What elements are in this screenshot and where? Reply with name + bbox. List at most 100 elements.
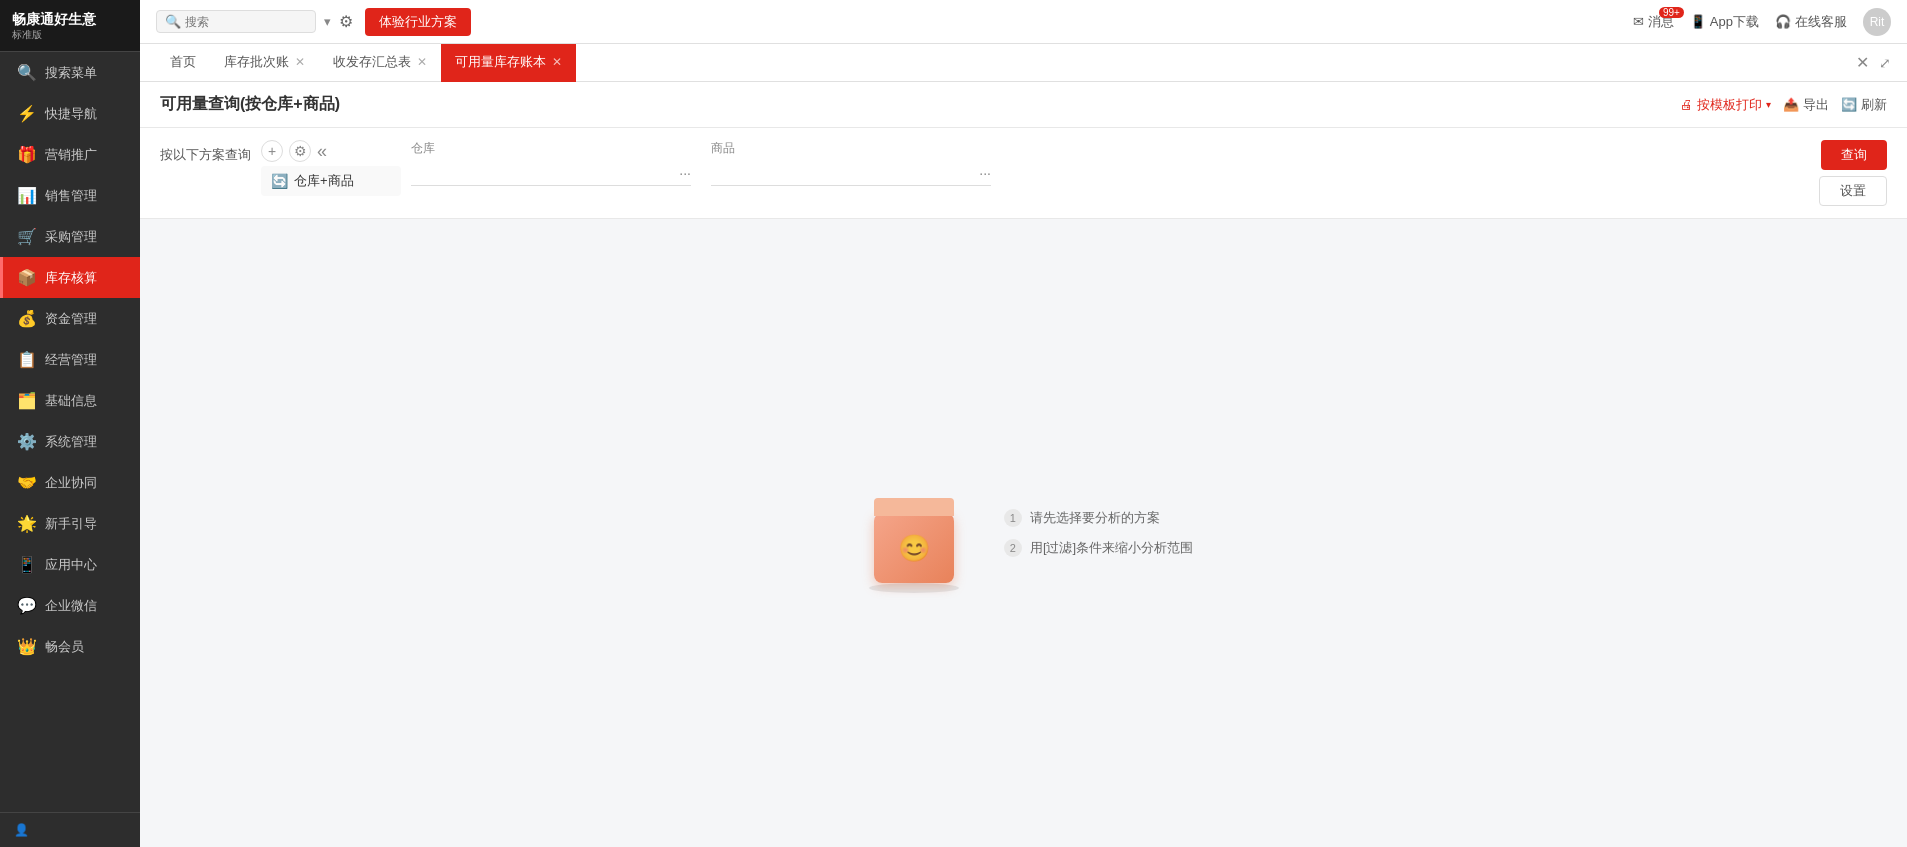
product-more-button[interactable]: ··· xyxy=(979,165,991,181)
sidebar-label-sales: 销售管理 xyxy=(45,187,97,205)
sidebar-label-base-info: 基础信息 xyxy=(45,392,97,410)
industry-button[interactable]: 体验行业方案 xyxy=(365,8,471,36)
filter-field-product: 商品 ··· xyxy=(711,140,991,186)
avatar[interactable]: Rit xyxy=(1863,8,1891,36)
tab-available-stock[interactable]: 可用量库存账本✕ xyxy=(441,44,576,82)
sidebar-icon-marketing: 🎁 xyxy=(17,145,37,164)
close-tab-button[interactable]: ✕ xyxy=(1852,53,1873,72)
scheme-item-icon: 🔄 xyxy=(271,173,288,189)
filter-field-warehouse: 仓库 ··· xyxy=(411,140,691,186)
sidebar-label-guide: 新手引导 xyxy=(45,515,97,533)
sidebar-icon-enterprise: 🤝 xyxy=(17,473,37,492)
sidebar-item-sales[interactable]: 📊 销售管理 xyxy=(0,175,140,216)
sidebar-icon-inventory: 📦 xyxy=(17,268,37,287)
sidebar-item-inventory[interactable]: 📦 库存核算 xyxy=(0,257,140,298)
main-area: 🔍 ▾ ⚙ 体验行业方案 ✉ 消息 99+ 📱 App下载 🎧 在线客服 Rit xyxy=(140,0,1907,847)
sidebar-icon-wechat: 💬 xyxy=(17,596,37,615)
settings-icon[interactable]: ⚙ xyxy=(339,12,353,31)
sidebar-label-finance: 资金管理 xyxy=(45,310,97,328)
headset-icon: 🎧 xyxy=(1775,14,1791,29)
hint-text-1: 请先选择要分析的方案 xyxy=(1030,509,1160,527)
sidebar-item-quick-nav[interactable]: ⚡ 快捷导航 xyxy=(0,93,140,134)
app-download-label: App下载 xyxy=(1710,13,1759,31)
empty-illustration: 😊 xyxy=(854,473,974,593)
tab-close-batch-ledger[interactable]: ✕ xyxy=(295,56,305,68)
sidebar-label-quick-nav: 快捷导航 xyxy=(45,105,97,123)
tab-inventory-summary[interactable]: 收发存汇总表✕ xyxy=(319,44,441,82)
scheme-item[interactable]: 🔄 仓库+商品 xyxy=(261,166,401,196)
sidebar-icon-sales: 📊 xyxy=(17,186,37,205)
product-input-wrapper: ··· xyxy=(711,161,991,186)
sidebar-item-guide[interactable]: 🌟 新手引导 xyxy=(0,503,140,544)
export-button[interactable]: 📤 导出 xyxy=(1783,96,1829,114)
topbar: 🔍 ▾ ⚙ 体验行业方案 ✉ 消息 99+ 📱 App下载 🎧 在线客服 Rit xyxy=(140,0,1907,44)
online-service-button[interactable]: 🎧 在线客服 xyxy=(1775,13,1847,31)
sidebar-scroll: 🔍 搜索菜单 ⚡ 快捷导航 🎁 营销推广 📊 销售管理 🛒 采购管理 📦 库存核… xyxy=(0,52,140,812)
sidebar-icon-app-center: 📱 xyxy=(17,555,37,574)
hint-item-1: 1 请先选择要分析的方案 xyxy=(1004,509,1193,527)
hint-item-2: 2 用[过滤]条件来缩小分析范围 xyxy=(1004,539,1193,557)
sidebar-icon-system: ⚙️ xyxy=(17,432,37,451)
query-button[interactable]: 查询 xyxy=(1821,140,1887,170)
topbar-search-box[interactable]: 🔍 xyxy=(156,10,316,33)
sidebar-item-purchase[interactable]: 🛒 采购管理 xyxy=(0,216,140,257)
app-subtitle: 标准版 xyxy=(12,28,128,41)
user-icon: 👤 xyxy=(14,823,29,837)
export-icon: 📤 xyxy=(1783,97,1799,112)
sidebar-label-enterprise: 企业协同 xyxy=(45,474,97,492)
scheme-actions: + ⚙ « xyxy=(261,140,401,162)
topbar-dropdown-icon[interactable]: ▾ xyxy=(324,14,331,29)
sidebar-label-system: 系统管理 xyxy=(45,433,97,451)
sidebar-label-app-center: 应用中心 xyxy=(45,556,97,574)
sidebar-item-marketing[interactable]: 🎁 营销推广 xyxy=(0,134,140,175)
sidebar-item-app-center[interactable]: 📱 应用中心 xyxy=(0,544,140,585)
search-input[interactable] xyxy=(185,15,305,29)
warehouse-input-wrapper: ··· xyxy=(411,161,691,186)
sidebar-icon-member: 👑 xyxy=(17,637,37,656)
warehouse-label: 仓库 xyxy=(411,140,691,157)
tab-batch-ledger[interactable]: 库存批次账✕ xyxy=(210,44,319,82)
sidebar-item-finance[interactable]: 💰 资金管理 xyxy=(0,298,140,339)
sidebar-item-system[interactable]: ⚙️ 系统管理 xyxy=(0,421,140,462)
expand-button[interactable]: ⤢ xyxy=(1879,55,1891,71)
hint-num-2: 2 xyxy=(1004,539,1022,557)
export-label: 导出 xyxy=(1803,96,1829,114)
sidebar-item-search[interactable]: 🔍 搜索菜单 xyxy=(0,52,140,93)
warehouse-input[interactable] xyxy=(411,166,675,181)
sidebar-item-operation[interactable]: 📋 经营管理 xyxy=(0,339,140,380)
sidebar-icon-search: 🔍 xyxy=(17,63,37,82)
template-print-button[interactable]: 🖨 按模板打印 ▾ xyxy=(1680,96,1771,114)
avatar-text: Rit xyxy=(1870,15,1885,29)
filter-fields: 仓库 ··· 商品 ··· xyxy=(411,140,1809,186)
tab-home[interactable]: 首页 xyxy=(156,44,210,82)
product-input[interactable] xyxy=(711,166,975,181)
sidebar-label-wechat: 企业微信 xyxy=(45,597,97,615)
sidebar-item-base-info[interactable]: 🗂️ 基础信息 xyxy=(0,380,140,421)
sidebar-footer[interactable]: 👤 xyxy=(0,812,140,847)
app-download-button[interactable]: 📱 App下载 xyxy=(1690,13,1759,31)
tab-close-available-stock[interactable]: ✕ xyxy=(552,56,562,68)
collapse-button[interactable]: « xyxy=(317,141,327,162)
refresh-button[interactable]: 🔄 刷新 xyxy=(1841,96,1887,114)
dropdown-icon: ▾ xyxy=(1766,99,1771,110)
page-header-actions: 🖨 按模板打印 ▾ 📤 导出 🔄 刷新 xyxy=(1680,96,1887,114)
settings-button[interactable]: 设置 xyxy=(1819,176,1887,206)
tab-close-inventory-summary[interactable]: ✕ xyxy=(417,56,427,68)
printer-icon: 🖨 xyxy=(1680,97,1693,112)
sidebar-icon-guide: 🌟 xyxy=(17,514,37,533)
warehouse-more-button[interactable]: ··· xyxy=(679,165,691,181)
template-print-label: 按模板打印 xyxy=(1697,96,1762,114)
tabbar: 首页库存批次账✕收发存汇总表✕可用量库存账本✕ ✕ ⤢ xyxy=(140,44,1907,82)
sidebar-label-search: 搜索菜单 xyxy=(45,64,97,82)
sidebar-icon-quick-nav: ⚡ xyxy=(17,104,37,123)
filter-scheme: + ⚙ « 🔄 仓库+商品 xyxy=(261,140,401,196)
message-badge: 99+ xyxy=(1659,7,1684,18)
sidebar-item-enterprise[interactable]: 🤝 企业协同 xyxy=(0,462,140,503)
message-icon: ✉ xyxy=(1633,14,1644,29)
add-scheme-button[interactable]: + xyxy=(261,140,283,162)
message-button[interactable]: ✉ 消息 99+ xyxy=(1633,13,1674,31)
sidebar-item-wechat[interactable]: 💬 企业微信 xyxy=(0,585,140,626)
sidebar-item-member[interactable]: 👑 畅会员 xyxy=(0,626,140,667)
empty-shadow xyxy=(869,583,959,593)
manage-scheme-button[interactable]: ⚙ xyxy=(289,140,311,162)
